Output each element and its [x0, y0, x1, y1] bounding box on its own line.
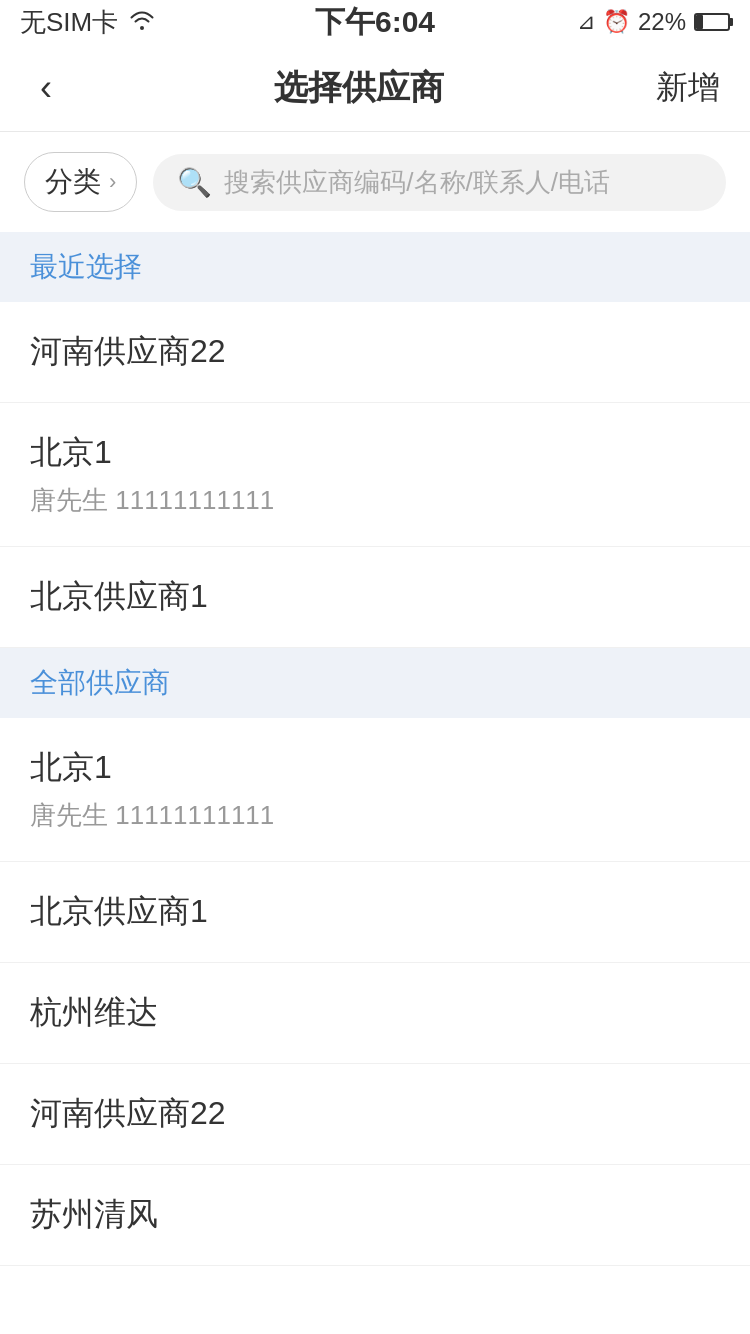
all-list-item[interactable]: 河南供应商22: [0, 1064, 750, 1165]
add-button[interactable]: 新增: [656, 66, 720, 110]
wifi-icon: [128, 7, 156, 38]
item-sub: 唐先生 11111111111: [30, 798, 720, 833]
recent-list-item[interactable]: 北京供应商1: [0, 547, 750, 648]
recent-items-list: 河南供应商22 北京1 唐先生 11111111111 北京供应商1: [0, 302, 750, 648]
recent-section-label: 最近选择: [30, 251, 142, 282]
nav-bar: ‹ 选择供应商 新增: [0, 44, 750, 132]
filter-bar: 分类 › 🔍: [0, 132, 750, 232]
search-input[interactable]: [224, 167, 702, 198]
all-section-label: 全部供应商: [30, 667, 170, 698]
status-time: 下午6:04: [315, 2, 435, 43]
item-sub: 唐先生 11111111111: [30, 483, 720, 518]
battery-text: 22%: [638, 8, 686, 36]
item-name: 北京1: [30, 431, 720, 475]
item-name: 北京供应商1: [30, 890, 720, 934]
category-button[interactable]: 分类 ›: [24, 152, 137, 212]
item-name: 杭州维达: [30, 991, 720, 1035]
recent-list-item[interactable]: 河南供应商22: [0, 302, 750, 403]
category-label: 分类: [45, 163, 101, 201]
alarm-icon: ⏰: [603, 9, 630, 35]
page-title: 选择供应商: [274, 65, 444, 111]
search-box: 🔍: [153, 154, 726, 211]
carrier-text: 无SIM卡: [20, 5, 118, 40]
status-right: ⊿ ⏰ 22%: [577, 8, 730, 36]
chevron-right-icon: ›: [109, 169, 116, 195]
all-list-item[interactable]: 北京1 唐先生 11111111111: [0, 718, 750, 862]
all-list-item[interactable]: 杭州维达: [0, 963, 750, 1064]
status-left: 无SIM卡: [20, 5, 156, 40]
item-name: 河南供应商22: [30, 1092, 720, 1136]
item-name: 苏州清风: [30, 1193, 720, 1237]
recent-section-header: 最近选择: [0, 232, 750, 302]
back-button[interactable]: ‹: [30, 57, 62, 119]
item-name: 北京1: [30, 746, 720, 790]
all-items-list: 北京1 唐先生 11111111111 北京供应商1 杭州维达河南供应商22 苏州清风: [0, 718, 750, 1266]
recent-list-item[interactable]: 北京1 唐先生 11111111111: [0, 403, 750, 547]
all-section-header: 全部供应商: [0, 648, 750, 718]
location-icon: ⊿: [577, 9, 595, 35]
battery-icon: [694, 13, 730, 31]
status-bar: 无SIM卡 下午6:04 ⊿ ⏰ 22%: [0, 0, 750, 44]
all-list-item[interactable]: 北京供应商1: [0, 862, 750, 963]
item-name: 北京供应商1: [30, 575, 720, 619]
item-name: 河南供应商22: [30, 330, 720, 374]
all-list-item[interactable]: 苏州清风: [0, 1165, 750, 1266]
search-icon: 🔍: [177, 166, 212, 199]
